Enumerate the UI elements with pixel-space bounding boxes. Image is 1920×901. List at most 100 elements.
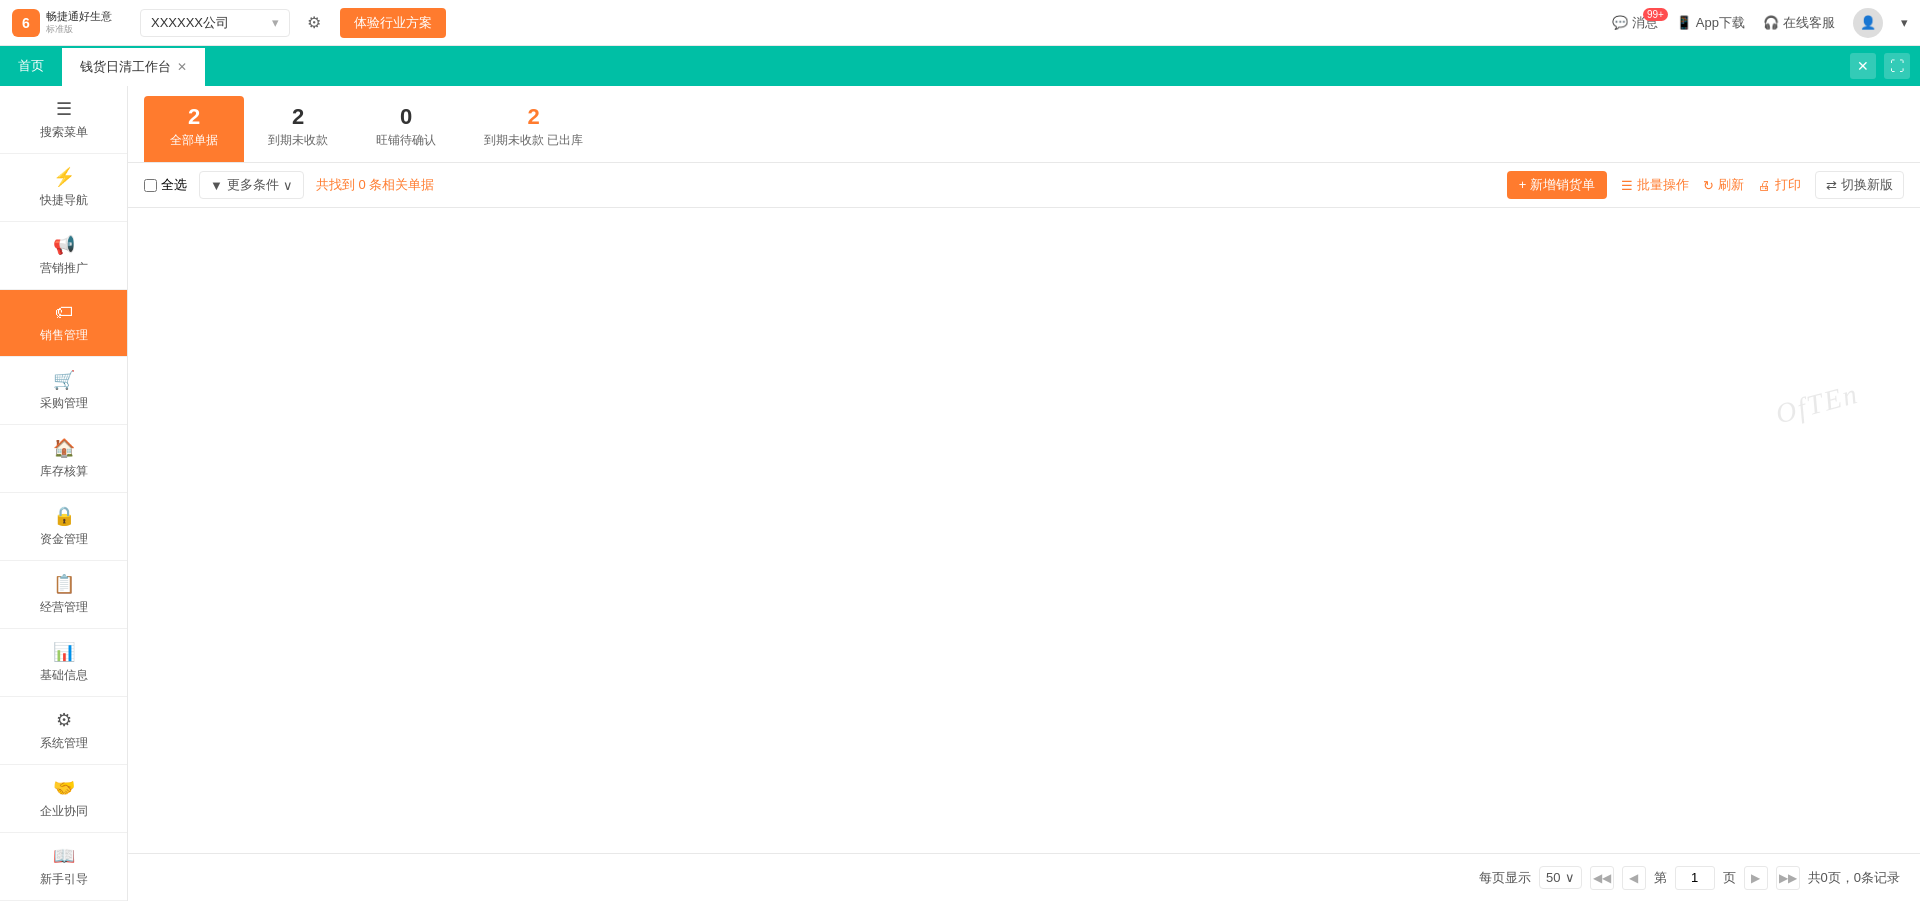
sidebar-basicinfo-label: 基础信息 — [40, 667, 88, 684]
sidebar-sales-label: 销售管理 — [40, 327, 88, 344]
print-label: 打印 — [1775, 176, 1801, 194]
tab-minimize-btn[interactable]: ✕ — [1850, 53, 1876, 79]
toolbar: 全选 ▼ 更多条件 ∨ 共找到 0 条相关单据 + 新增销货单 ☰ 批量操作 ↻ — [128, 163, 1920, 208]
prev-page-btn[interactable]: ◀ — [1622, 866, 1646, 890]
sidebar-marketing-label: 营销推广 — [40, 260, 88, 277]
sidebar-search-label: 搜索菜单 — [40, 124, 88, 141]
sidebar-inventory-label: 库存核算 — [40, 463, 88, 480]
online-service-btn[interactable]: 🎧 在线客服 — [1763, 14, 1835, 32]
refresh-btn[interactable]: ↻ 刷新 — [1703, 176, 1744, 194]
filter-btn[interactable]: ▼ 更多条件 ∨ — [199, 171, 304, 199]
sidebar-quick-label: 快捷导航 — [40, 192, 88, 209]
sidebar-purchase-label: 采购管理 — [40, 395, 88, 412]
search-menu-icon: ☰ — [56, 98, 72, 120]
message-btn[interactable]: 💬 消息 99+ — [1612, 14, 1658, 32]
sidebar-item-partner[interactable]: 🤝 企业协同 — [0, 765, 127, 833]
add-sales-btn[interactable]: + 新增销货单 — [1507, 171, 1607, 199]
first-page-btn[interactable]: ◀◀ — [1590, 866, 1614, 890]
sidebar-item-system[interactable]: ⚙ 系统管理 — [0, 697, 127, 765]
print-btn[interactable]: 🖨 打印 — [1758, 176, 1801, 194]
page-size-value: 50 — [1546, 870, 1560, 885]
sidebar-item-sales[interactable]: 🏷 销售管理 — [0, 290, 127, 357]
batch-label: 批量操作 — [1637, 176, 1689, 194]
sidebar-operation-label: 经营管理 — [40, 599, 88, 616]
match-count: 共找到 0 条相关单据 — [316, 176, 434, 194]
logo-title: 畅捷通好生意 — [46, 9, 112, 23]
checkbox-input[interactable] — [144, 179, 157, 192]
sidebar-guide-label: 新手引导 — [40, 871, 88, 888]
summary-count-pending: 0 — [400, 104, 412, 130]
company-selector[interactable]: XXXXXX公司 ▾ — [140, 9, 290, 37]
partner-icon: 🤝 — [53, 777, 75, 799]
message-icon: 💬 — [1612, 15, 1628, 30]
summary-label-overdue: 到期未收款 — [268, 132, 328, 149]
refresh-label: 刷新 — [1718, 176, 1744, 194]
tab-close-icon[interactable]: ✕ — [177, 60, 187, 74]
sidebar-partner-label: 企业协同 — [40, 803, 88, 820]
experience-btn[interactable]: 体验行业方案 — [340, 8, 446, 38]
watermark: OfTEn — [1773, 378, 1863, 431]
finance-icon: 🔒 — [53, 505, 75, 527]
page-suffix: 页 — [1723, 869, 1736, 887]
tab-home-label: 首页 — [18, 57, 44, 75]
sidebar-item-marketing[interactable]: 📢 营销推广 — [0, 222, 127, 290]
app-download-label: App下载 — [1696, 14, 1745, 32]
basicinfo-icon: 📊 — [53, 641, 75, 663]
tab-bar: 首页 钱货日清工作台 ✕ ✕ ⛶ — [0, 46, 1920, 86]
tab-maximize-btn[interactable]: ⛶ — [1884, 53, 1910, 79]
summary-tab-overdue[interactable]: 2 到期未收款 — [244, 96, 352, 162]
next-page-btn[interactable]: ▶ — [1744, 866, 1768, 890]
online-service-label: 在线客服 — [1783, 14, 1835, 32]
minimize-icon: ✕ — [1857, 58, 1869, 74]
summary-label-all: 全部单据 — [170, 132, 218, 149]
filter-icon: ▼ — [210, 178, 223, 193]
page-size-select[interactable]: 50 ∨ — [1539, 866, 1581, 889]
sidebar-item-finance[interactable]: 🔒 资金管理 — [0, 493, 127, 561]
sidebar: ☰ 搜索菜单 ⚡ 快捷导航 📢 营销推广 🏷 销售管理 🛒 采购管理 🏠 库存核… — [0, 86, 128, 901]
logo-badge: 标准版 — [46, 23, 112, 36]
main-layout: ☰ 搜索菜单 ⚡ 快捷导航 📢 营销推广 🏷 销售管理 🛒 采购管理 🏠 库存核… — [0, 86, 1920, 901]
sidebar-item-guide[interactable]: 📖 新手引导 — [0, 833, 127, 901]
total-info: 共0页，0条记录 — [1808, 869, 1900, 887]
avatar[interactable]: 👤 — [1853, 8, 1883, 38]
page-size-label: 每页显示 — [1479, 869, 1531, 887]
purchase-icon: 🛒 — [53, 369, 75, 391]
tab-home[interactable]: 首页 — [0, 46, 62, 86]
company-name: XXXXXX公司 — [151, 14, 229, 32]
header-right: 💬 消息 99+ 📱 App下载 🎧 在线客服 👤 ▾ — [1612, 8, 1908, 38]
page-number-input[interactable] — [1675, 866, 1715, 890]
sidebar-item-inventory[interactable]: 🏠 库存核算 — [0, 425, 127, 493]
sales-icon: 🏷 — [55, 302, 73, 323]
chevron-down-pagesize: ∨ — [1565, 870, 1575, 885]
filter-label: 更多条件 — [227, 176, 279, 194]
switch-version-btn[interactable]: ⇄ 切换新版 — [1815, 171, 1904, 199]
next-page-icon: ▶ — [1751, 871, 1760, 885]
sidebar-system-label: 系统管理 — [40, 735, 88, 752]
sidebar-item-basicinfo[interactable]: 📊 基础信息 — [0, 629, 127, 697]
summary-tab-shipped[interactable]: 2 到期未收款 已出库 — [460, 96, 607, 162]
settings-icon-btn[interactable]: ⚙ — [298, 7, 330, 39]
avatar-icon: 👤 — [1860, 15, 1876, 30]
logo-text-block: 畅捷通好生意 标准版 — [46, 9, 112, 36]
app-download-btn[interactable]: 📱 App下载 — [1676, 14, 1745, 32]
sidebar-item-operation[interactable]: 📋 经营管理 — [0, 561, 127, 629]
batch-operation-btn[interactable]: ☰ 批量操作 — [1621, 176, 1689, 194]
username-btn[interactable]: ▾ — [1901, 15, 1908, 30]
refresh-icon: ↻ — [1703, 178, 1714, 193]
settings-icon: ⚙ — [307, 13, 321, 32]
switch-label: 切换新版 — [1841, 176, 1893, 194]
marketing-icon: 📢 — [53, 234, 75, 256]
select-all-checkbox[interactable]: 全选 — [144, 176, 187, 194]
tab-cashflow[interactable]: 钱货日清工作台 ✕ — [62, 46, 205, 86]
summary-tab-pending[interactable]: 0 旺铺待确认 — [352, 96, 460, 162]
sidebar-item-quick[interactable]: ⚡ 快捷导航 — [0, 154, 127, 222]
summary-tab-all[interactable]: 2 全部单据 — [144, 96, 244, 162]
sidebar-item-purchase[interactable]: 🛒 采购管理 — [0, 357, 127, 425]
select-all-label: 全选 — [161, 176, 187, 194]
chevron-down-icon-user: ▾ — [1901, 15, 1908, 30]
message-badge: 99+ — [1643, 8, 1668, 21]
tab-cashflow-label: 钱货日清工作台 — [80, 58, 171, 76]
sidebar-item-search[interactable]: ☰ 搜索菜单 — [0, 86, 127, 154]
batch-icon: ☰ — [1621, 178, 1633, 193]
last-page-btn[interactable]: ▶▶ — [1776, 866, 1800, 890]
